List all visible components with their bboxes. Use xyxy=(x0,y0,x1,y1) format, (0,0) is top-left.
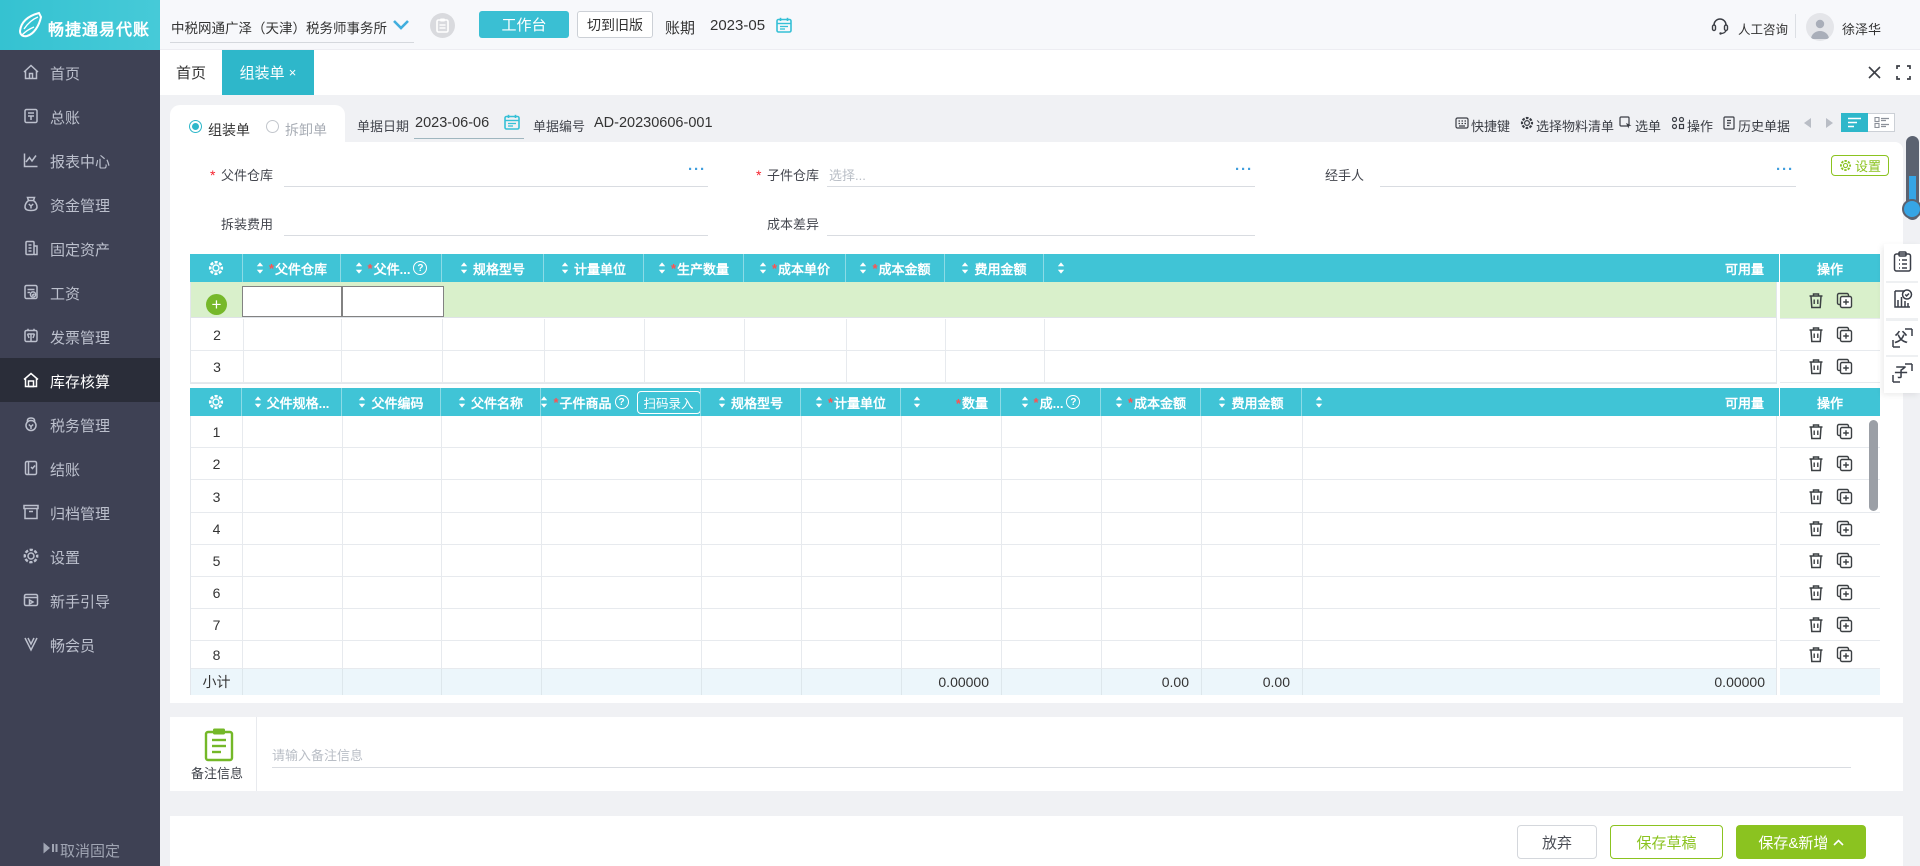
svg-text:子: 子 xyxy=(1894,365,1907,380)
svg-text:父: 父 xyxy=(1893,330,1908,345)
